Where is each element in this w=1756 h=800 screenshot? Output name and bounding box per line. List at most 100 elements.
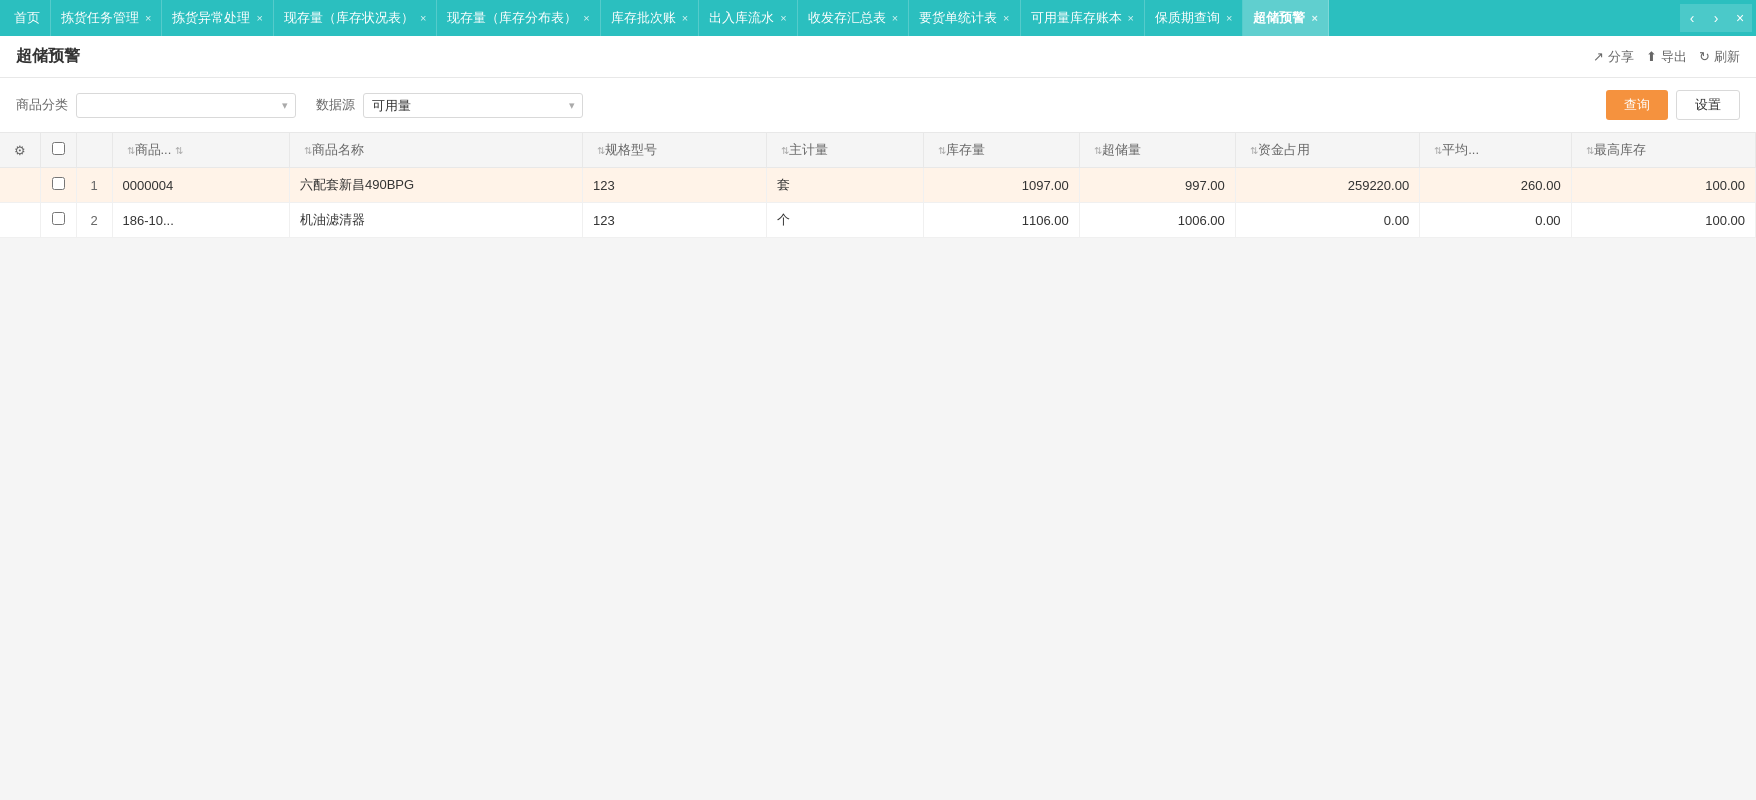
nav-close-x-1[interactable]: × <box>145 12 151 24</box>
td-overstock: 1006.00 <box>1079 203 1235 238</box>
nav-close-x-6[interactable]: × <box>780 12 786 24</box>
nav-item-2[interactable]: 拣货异常处理× <box>162 0 273 36</box>
query-button[interactable]: 查询 <box>1606 90 1668 120</box>
table-row: 10000004六配套新昌490BPG123套1097.00997.002592… <box>0 168 1756 203</box>
th-gear: ⚙ <box>0 133 40 168</box>
th-spec[interactable]: ⇅规格型号 <box>583 133 767 168</box>
td-num: 1 <box>76 168 112 203</box>
nav-item-0[interactable]: 首页 <box>4 0 51 36</box>
sort-icon: ⇅ <box>1586 145 1594 156</box>
th-capital[interactable]: ⇅资金占用 <box>1235 133 1419 168</box>
nav-prev-button[interactable]: ‹ <box>1680 4 1704 32</box>
nav-item-4[interactable]: 现存量（库存分布表）× <box>437 0 600 36</box>
nav-item-5[interactable]: 库存批次账× <box>601 0 699 36</box>
nav-item-11[interactable]: 超储预警× <box>1243 0 1328 36</box>
nav-close-x-5[interactable]: × <box>682 12 688 24</box>
nav-close-x-3[interactable]: × <box>420 12 426 24</box>
th-overstock[interactable]: ⇅超储量 <box>1079 133 1235 168</box>
page-title: 超储预警 <box>16 46 80 67</box>
data-table: ⚙ ⇅商品...⇅ ⇅商品名称 ⇅规格型号 ⇅主计量 <box>0 133 1756 238</box>
sort-icon: ⇅ <box>597 145 605 156</box>
td-unit: 个 <box>767 203 923 238</box>
nav-item-10[interactable]: 保质期查询× <box>1145 0 1243 36</box>
td-unit: 套 <box>767 168 923 203</box>
nav-close-x-7[interactable]: × <box>892 12 898 24</box>
settings-button[interactable]: 设置 <box>1676 90 1740 120</box>
nav-close-x-10[interactable]: × <box>1226 12 1232 24</box>
sort-icon: ⇅ <box>938 145 946 156</box>
td-capital: 0.00 <box>1235 203 1419 238</box>
table-row: 2186-10...机油滤清器123个1106.001006.000.000.0… <box>0 203 1756 238</box>
category-select-wrap: ▾ <box>76 93 296 118</box>
td-capital: 259220.00 <box>1235 168 1419 203</box>
nav-item-7[interactable]: 收发存汇总表× <box>798 0 909 36</box>
page-header: 超储预警 ↗ 分享 ⬆ 导出 ↻ 刷新 <box>0 36 1756 78</box>
nav-close-x-11[interactable]: × <box>1311 12 1317 24</box>
nav-close-x-9[interactable]: × <box>1128 12 1134 24</box>
th-product-name[interactable]: ⇅商品名称 <box>289 133 582 168</box>
row-checkbox-0[interactable] <box>52 177 65 190</box>
sort-icon: ⇅ <box>1434 145 1442 156</box>
filter-area: 商品分类 ▾ 数据源 可用量 ▾ 查询 设置 <box>0 78 1756 133</box>
th-unit[interactable]: ⇅主计量 <box>767 133 923 168</box>
td-stock: 1106.00 <box>923 203 1079 238</box>
td-checkbox <box>40 168 76 203</box>
td-spec: 123 <box>583 168 767 203</box>
nav-close-button[interactable]: × <box>1728 4 1752 32</box>
td-spec: 123 <box>583 203 767 238</box>
td-gear <box>0 203 40 238</box>
nav-close-x-8[interactable]: × <box>1003 12 1009 24</box>
header-actions: ↗ 分享 ⬆ 导出 ↻ 刷新 <box>1593 48 1740 66</box>
row-checkbox-1[interactable] <box>52 212 65 225</box>
table-header-row: ⚙ ⇅商品...⇅ ⇅商品名称 ⇅规格型号 ⇅主计量 <box>0 133 1756 168</box>
nav-item-3[interactable]: 现存量（库存状况表）× <box>274 0 437 36</box>
nav-arrows: ‹ › × <box>1680 4 1752 32</box>
nav-item-1[interactable]: 拣货任务管理× <box>51 0 162 36</box>
datasource-select[interactable]: 可用量 <box>363 93 583 118</box>
nav-item-8[interactable]: 要货单统计表× <box>909 0 1020 36</box>
nav-close-x-4[interactable]: × <box>583 12 589 24</box>
sort-icon: ⇅ <box>175 145 183 156</box>
td-product-name: 六配套新昌490BPG <box>289 168 582 203</box>
nav-item-6[interactable]: 出入库流水× <box>699 0 797 36</box>
category-filter-group: 商品分类 ▾ <box>16 93 296 118</box>
td-num: 2 <box>76 203 112 238</box>
top-navigation: 首页拣货任务管理×拣货异常处理×现存量（库存状况表）×现存量（库存分布表）×库存… <box>0 0 1756 36</box>
th-product-code[interactable]: ⇅商品...⇅ <box>112 133 289 168</box>
th-avg[interactable]: ⇅平均... <box>1420 133 1571 168</box>
datasource-filter-group: 数据源 可用量 ▾ <box>316 93 583 118</box>
th-max-stock[interactable]: ⇅最高库存 <box>1571 133 1755 168</box>
th-checkbox <box>40 133 76 168</box>
select-all-checkbox[interactable] <box>52 142 65 155</box>
nav-close-x-2[interactable]: × <box>256 12 262 24</box>
datasource-label: 数据源 <box>316 96 355 114</box>
th-stock[interactable]: ⇅库存量 <box>923 133 1079 168</box>
td-product-code: 186-10... <box>112 203 289 238</box>
gear-icon[interactable]: ⚙ <box>14 143 26 158</box>
share-icon: ↗ <box>1593 49 1604 64</box>
td-max-stock: 100.00 <box>1571 168 1755 203</box>
td-gear <box>0 168 40 203</box>
sort-icon: ⇅ <box>127 145 135 156</box>
td-checkbox <box>40 203 76 238</box>
sort-icon: ⇅ <box>1250 145 1258 156</box>
filter-actions: 查询 设置 <box>1606 90 1740 120</box>
refresh-button[interactable]: ↻ 刷新 <box>1699 48 1740 66</box>
td-overstock: 997.00 <box>1079 168 1235 203</box>
export-icon: ⬆ <box>1646 49 1657 64</box>
sort-icon: ⇅ <box>304 145 312 156</box>
data-table-wrap: ⚙ ⇅商品...⇅ ⇅商品名称 ⇅规格型号 ⇅主计量 <box>0 133 1756 238</box>
export-button[interactable]: ⬆ 导出 <box>1646 48 1687 66</box>
sort-icon: ⇅ <box>781 145 789 156</box>
nav-next-button[interactable]: › <box>1704 4 1728 32</box>
category-label: 商品分类 <box>16 96 68 114</box>
nav-item-9[interactable]: 可用量库存账本× <box>1021 0 1145 36</box>
share-button[interactable]: ↗ 分享 <box>1593 48 1634 66</box>
category-select[interactable] <box>76 93 296 118</box>
td-product-name: 机油滤清器 <box>289 203 582 238</box>
td-stock: 1097.00 <box>923 168 1079 203</box>
td-product-code: 0000004 <box>112 168 289 203</box>
sort-icon: ⇅ <box>1094 145 1102 156</box>
td-avg: 0.00 <box>1420 203 1571 238</box>
td-max-stock: 100.00 <box>1571 203 1755 238</box>
